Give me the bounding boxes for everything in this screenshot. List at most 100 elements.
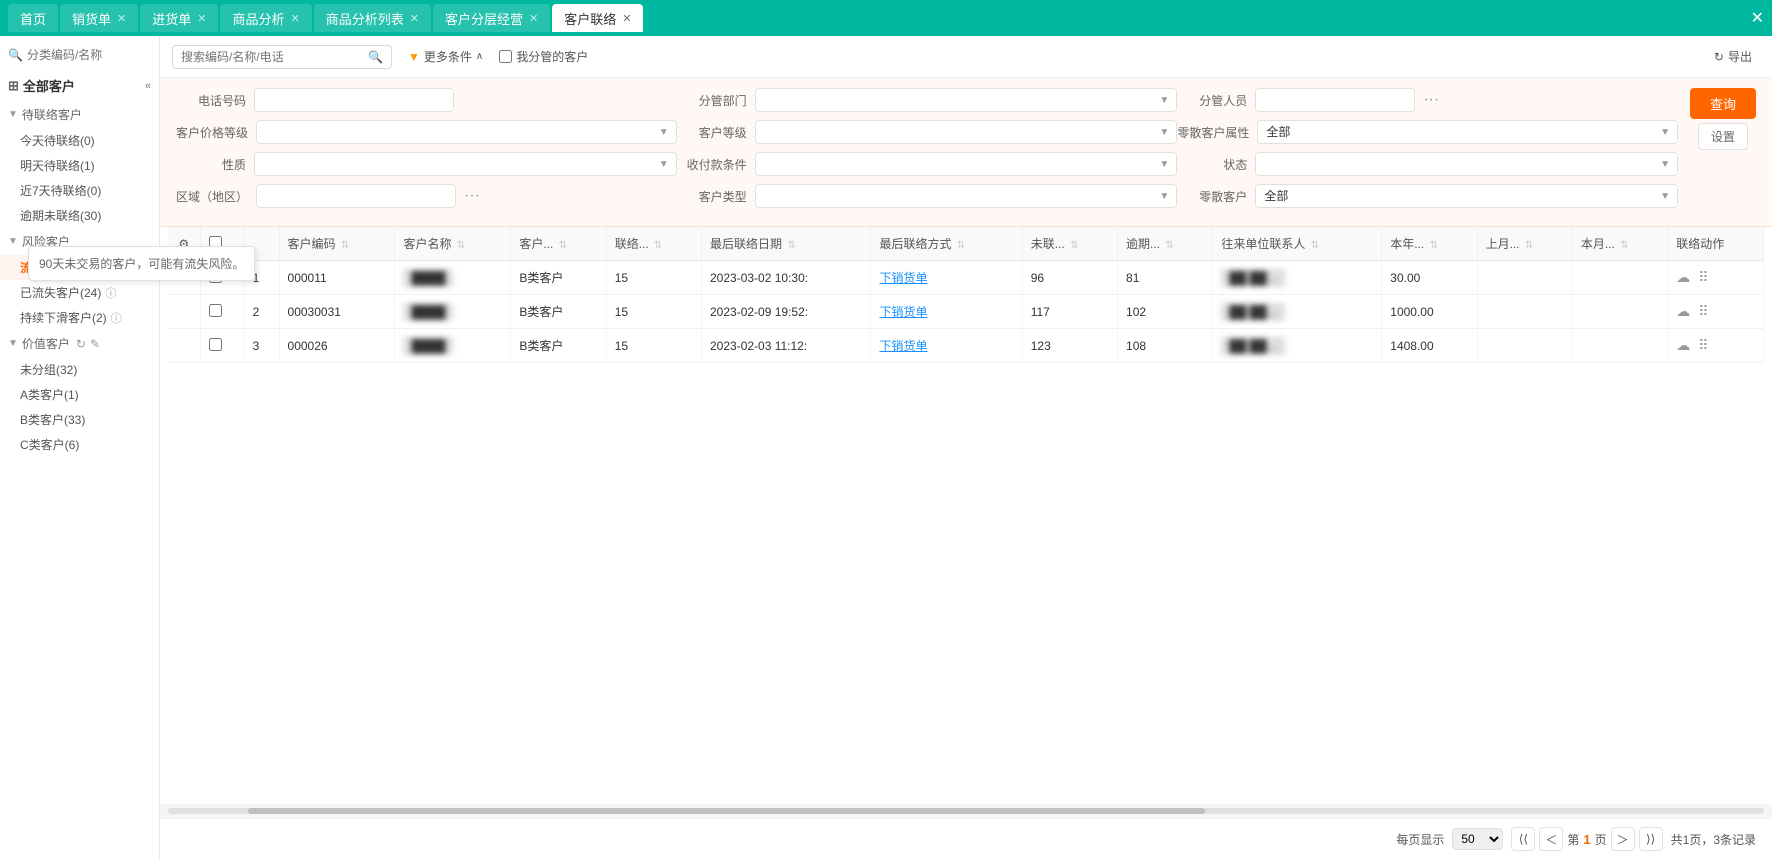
more-filter-button[interactable]: ▼ 更多条件 ∧ [400, 44, 491, 69]
scrollbar-thumb[interactable] [248, 808, 1206, 814]
refresh-icon[interactable]: ↻ [76, 337, 86, 351]
th-this-year[interactable]: 本年... ⇅ [1382, 227, 1477, 261]
row-name: ████ [395, 261, 511, 295]
customer-level-select[interactable] [755, 120, 1178, 144]
phone-input[interactable] [254, 88, 454, 112]
query-button[interactable]: 查询 [1690, 88, 1756, 119]
zero-attr-label: 零散客户属性 [1177, 124, 1249, 141]
horizontal-scrollbar[interactable] [160, 804, 1772, 818]
th-name[interactable]: 客户名称 ⇅ [395, 227, 511, 261]
sidebar: 🔍 ⊞ 全部客户 « ▼ 待联络客户 今天待联络(0) 明天待联络(1) 近7天… [0, 36, 160, 859]
sidebar-item-class-a[interactable]: A类客户(1) [0, 382, 159, 407]
th-this-month[interactable]: 本月... ⇅ [1572, 227, 1667, 261]
payment-select[interactable] [755, 152, 1178, 176]
th-last-method[interactable]: 最后联络方式 ⇅ [871, 227, 1022, 261]
search-icon[interactable]: 🔍 [368, 50, 383, 64]
th-last-date[interactable]: 最后联络日期 ⇅ [702, 227, 871, 261]
tab-sales-close[interactable]: ✕ [117, 12, 126, 25]
sidebar-item-7days[interactable]: 近7天待联络(0) [0, 178, 159, 203]
zero-customer-select[interactable]: 全部 [1255, 184, 1678, 208]
tab-customer-contact[interactable]: 客户联络 ✕ [552, 4, 643, 32]
sidebar-item-declining[interactable]: 持续下滑客户(2) ⓘ [0, 305, 159, 330]
page-label: 第 [1567, 831, 1579, 848]
table-row: 1 000011 ████ B类客户 15 2023-03-02 10:30: … [168, 261, 1764, 295]
person-input[interactable] [1255, 88, 1415, 112]
search-input[interactable] [181, 50, 364, 64]
filter-row-3: 性质 ▼ 收付款条件 ▼ [176, 152, 1678, 176]
dept-select[interactable] [755, 88, 1178, 112]
next-page-button[interactable]: ＞ [1611, 827, 1635, 851]
action-contact-icon[interactable]: ☁ [1676, 337, 1690, 354]
th-code[interactable]: 客户编码 ⇅ [279, 227, 395, 261]
sidebar-group-pending[interactable]: ▼ 待联络客户 [0, 101, 159, 128]
tab-purchase[interactable]: 进货单 ✕ [140, 4, 218, 32]
th-overdue[interactable]: 逾期... ⇅ [1118, 227, 1213, 261]
action-buttons: 查询 设置 [1690, 88, 1756, 216]
tab-customer-tier-close[interactable]: ✕ [529, 12, 538, 25]
price-level-select[interactable] [256, 120, 677, 144]
row-select-checkbox[interactable] [209, 304, 222, 317]
th-unit-contact[interactable]: 往来单位联系人 ⇅ [1213, 227, 1382, 261]
sidebar-search-input[interactable] [27, 48, 160, 62]
row-select-checkbox[interactable] [209, 338, 222, 351]
sidebar-item-class-c[interactable]: C类客户(6) [0, 432, 159, 457]
tab-sales[interactable]: 销货单 ✕ [60, 4, 138, 32]
th-not-contacted[interactable]: 未联... ⇅ [1022, 227, 1117, 261]
sidebar-item-class-b[interactable]: B类客户(33) [0, 407, 159, 432]
prev-page-button[interactable]: ＜ [1539, 827, 1563, 851]
sidebar-item-churned[interactable]: 已流失客户(24) ⓘ [0, 280, 159, 305]
row-not-contacted: 123 [1022, 329, 1117, 363]
window-close-button[interactable]: ✕ [1751, 8, 1764, 28]
tab-analysis-list-close[interactable]: ✕ [410, 12, 419, 25]
row-not-contacted: 117 [1022, 295, 1117, 329]
all-customers-label: 全部客户 [23, 76, 75, 95]
sort-icon-contact: ⇅ [654, 240, 662, 251]
action-more-icon[interactable]: ⠿ [1698, 303, 1708, 320]
first-page-button[interactable]: ⟨⟨ [1511, 827, 1535, 851]
tab-customer-tier[interactable]: 客户分层经营 ✕ [433, 4, 550, 32]
action-more-icon[interactable]: ⠿ [1698, 337, 1708, 354]
tab-analysis-list[interactable]: 商品分析列表 ✕ [314, 4, 431, 32]
settings-button[interactable]: 设置 [1698, 123, 1748, 150]
tab-customer-contact-close[interactable]: ✕ [622, 12, 631, 25]
sidebar-item-today[interactable]: 今天待联络(0) [0, 128, 159, 153]
scrollbar-track[interactable] [168, 808, 1764, 814]
region-more-btn[interactable]: ··· [456, 187, 488, 205]
sidebar-item-today-label: 今天待联络(0) [20, 132, 95, 149]
tab-analysis-close[interactable]: ✕ [291, 12, 300, 25]
th-contact[interactable]: 联络... ⇅ [606, 227, 701, 261]
nature-select[interactable] [254, 152, 677, 176]
table-body: 1 000011 ████ B类客户 15 2023-03-02 10:30: … [168, 261, 1764, 363]
action-contact-icon[interactable]: ☁ [1676, 269, 1690, 286]
sidebar-item-ungrouped[interactable]: 未分组(32) [0, 357, 159, 382]
sidebar-all-customers[interactable]: ⊞ 全部客户 « [0, 70, 159, 101]
customer-type-select[interactable] [755, 184, 1178, 208]
row-code: 000011 [279, 261, 395, 295]
export-button[interactable]: ↻ 导出 [1706, 44, 1760, 69]
zero-attr-select[interactable]: 全部 [1257, 120, 1678, 144]
row-action: ☁ ⠿ [1668, 261, 1764, 295]
th-type[interactable]: 客户... ⇅ [511, 227, 606, 261]
status-select[interactable] [1255, 152, 1678, 176]
row-last-method-link[interactable]: 下销货单 [879, 271, 927, 285]
tab-bar: 首页 销货单 ✕ 进货单 ✕ 商品分析 ✕ 商品分析列表 ✕ 客户分层经营 ✕ … [0, 0, 1772, 36]
th-last-month[interactable]: 上月... ⇅ [1477, 227, 1572, 261]
tab-home[interactable]: 首页 [8, 4, 58, 32]
action-more-icon[interactable]: ⠿ [1698, 269, 1708, 286]
row-last-method-link[interactable]: 下销货单 [879, 339, 927, 353]
row-last-method-link[interactable]: 下销货单 [879, 305, 927, 319]
region-input[interactable] [256, 184, 456, 208]
action-contact-icon[interactable]: ☁ [1676, 303, 1690, 320]
per-page-select[interactable]: 50 100 [1452, 828, 1503, 850]
sidebar-item-overdue[interactable]: 逾期未联络(30) [0, 203, 159, 228]
tab-purchase-close[interactable]: ✕ [197, 12, 206, 25]
sidebar-item-tomorrow[interactable]: 明天待联络(1) [0, 153, 159, 178]
my-customers-checkbox[interactable] [499, 50, 512, 63]
edit-icon[interactable]: ✎ [90, 337, 100, 351]
table-row: 3 000026 ████ B类客户 15 2023-02-03 11:12: … [168, 329, 1764, 363]
tab-analysis[interactable]: 商品分析 ✕ [220, 4, 311, 32]
sidebar-group-value[interactable]: ▼ 价值客户 ↻ ✎ [0, 330, 159, 357]
my-customers-check[interactable]: 我分管的客户 [499, 48, 588, 65]
last-page-button[interactable]: ⟩⟩ [1639, 827, 1663, 851]
person-more-btn[interactable]: ··· [1415, 91, 1447, 109]
